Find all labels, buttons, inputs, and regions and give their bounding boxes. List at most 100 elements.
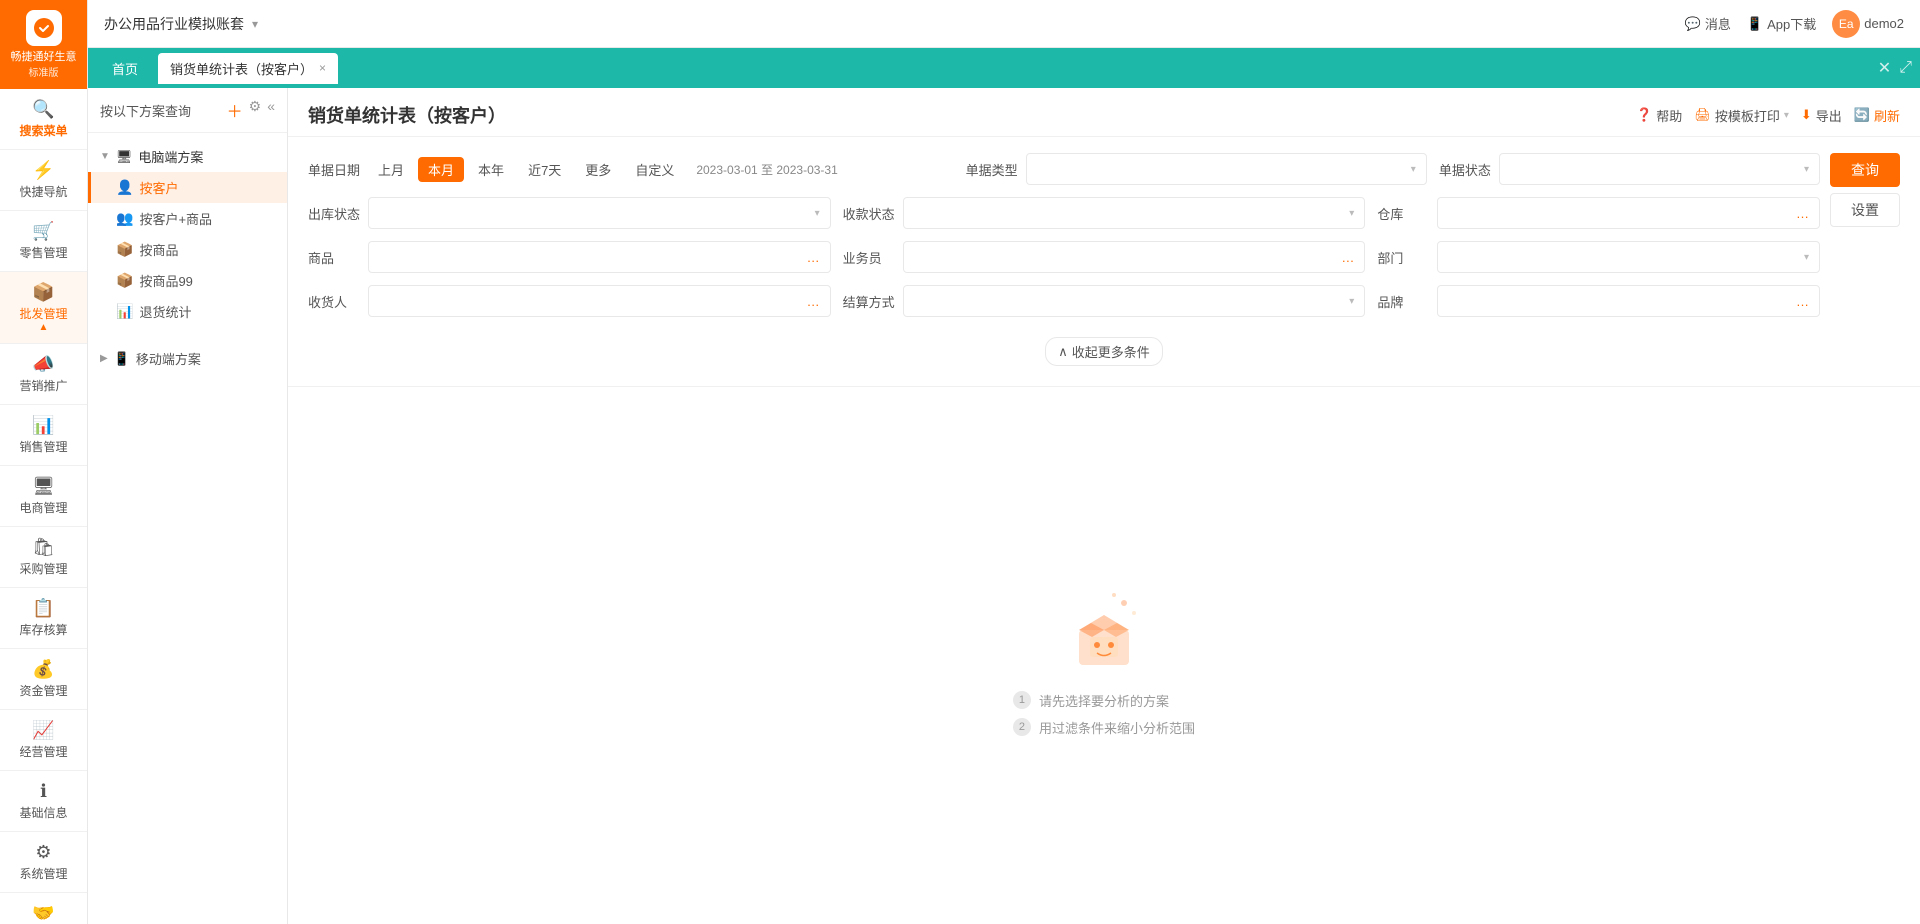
sidebar-item-marketing[interactable]: 📣 营销推广 [0, 344, 87, 405]
tree-desktop-parent[interactable]: ▼ 🖥 电脑端方案 [88, 141, 287, 172]
date-tab-last-month[interactable]: 上月 [368, 157, 414, 182]
hint-num-1: 1 [1013, 691, 1031, 709]
dept-select[interactable]: ▾ [1437, 241, 1820, 273]
sidebar-item-basic[interactable]: ℹ 基础信息 [0, 771, 87, 832]
export-btn[interactable]: ⬇ 导出 [1801, 106, 1842, 125]
empty-hint-1: 1 请先选择要分析的方案 [1013, 691, 1195, 710]
desktop-label: 电脑端方案 [138, 147, 203, 166]
sidebar-item-enterprise[interactable]: 🤝 企业协同 [0, 893, 87, 924]
sidebar-item-search[interactable]: 🔍 搜索菜单 [0, 89, 87, 150]
tab-sales-stats[interactable]: 销货单统计表（按客户） × [158, 53, 338, 84]
avatar: Ea [1832, 10, 1860, 38]
message-label: 消息 [1705, 14, 1731, 33]
system-icon: ⚙ [35, 842, 51, 863]
sidebar-item-retail[interactable]: 🛒 零售管理 [0, 211, 87, 272]
enterprise-icon: 🤝 [32, 903, 54, 924]
sidebar-item-operation[interactable]: 📈 经营管理 [0, 710, 87, 771]
retail-label: 零售管理 [19, 244, 67, 261]
export-label: 导出 [1816, 106, 1842, 125]
refresh-btn[interactable]: 🔄 刷新 [1854, 106, 1900, 125]
sidebar-item-wholesale[interactable]: 📦 批发管理 ▲ [0, 272, 87, 344]
out-status-select[interactable]: ▾ [368, 197, 831, 229]
btn-group: 查询 设置 [1830, 153, 1900, 227]
bill-status-select[interactable]: ▾ [1499, 153, 1820, 185]
settings-btn[interactable]: 设置 [1830, 193, 1900, 227]
filter-row-2: 出库状态 ▾ 收款状态 ▾ [308, 197, 1900, 229]
tree-child-customer[interactable]: 👤 按客户 [88, 172, 287, 203]
tab-maximize-btn[interactable]: ⤢ [1899, 59, 1912, 77]
customer-label: 按客户 [139, 178, 178, 197]
consignee-input[interactable]: … [368, 285, 831, 317]
query-btn[interactable]: 查询 [1830, 153, 1900, 187]
help-btn[interactable]: ❓ 帮助 [1636, 106, 1682, 125]
receipt-status-select[interactable]: ▾ [903, 197, 1366, 229]
brand-label: 品牌 [1377, 292, 1429, 311]
empty-illustration [1054, 575, 1154, 675]
warehouse-filter: 仓库 … [1377, 197, 1900, 229]
page-title: 销货单统计表（按客户） [308, 102, 506, 128]
brand-dots-icon: … [1796, 294, 1809, 309]
bill-status-chevron: ▾ [1804, 164, 1809, 175]
goods-label: 商品 [308, 248, 360, 267]
receipt-status-chevron: ▾ [1349, 208, 1354, 219]
salesperson-label: 业务员 [843, 248, 895, 267]
user-profile[interactable]: Ea demo2 [1832, 10, 1904, 38]
return-label: 退货统计 [139, 302, 191, 321]
app-download-label: App下载 [1767, 14, 1816, 33]
tree-child-return[interactable]: 📊 退货统计 [88, 296, 287, 327]
filter-section: 单据日期 上月 本月 本年 近7天 更多 自定义 2023-03-01 至 20… [288, 137, 1920, 387]
collapse-panel-btn[interactable]: « [267, 98, 275, 122]
tree-mobile-parent[interactable]: ▶ 📱 移动端方案 [88, 343, 287, 374]
date-filter-item: 单据日期 上月 本月 本年 近7天 更多 自定义 2023-03-01 至 20… [308, 157, 954, 182]
tree-desktop: ▼ 🖥 电脑端方案 👤 按客户 👥 按客户+商品 📦 按商品 📦 [88, 133, 287, 335]
icon-group: ＋ ⚙ « [227, 98, 275, 122]
app-download-btn[interactable]: 📱 App下载 [1747, 14, 1816, 33]
message-btn[interactable]: 💬 消息 [1685, 14, 1731, 33]
dept-chevron: ▾ [1804, 252, 1809, 263]
collapse-btn[interactable]: ∧ 收起更多条件 [1045, 337, 1163, 366]
page-header: 销货单统计表（按客户） ❓ 帮助 🖨 按模板打印 ▾ ⬇ 导出 [288, 88, 1920, 137]
refresh-label: 刷新 [1874, 106, 1900, 125]
tab-close-all-btn[interactable]: ✕ [1878, 58, 1891, 78]
date-tab-more[interactable]: 更多 [575, 157, 621, 182]
retail-icon: 🛒 [32, 221, 54, 242]
sidebar-item-inventory[interactable]: 📋 库存核算 [0, 588, 87, 649]
settings-scheme-btn[interactable]: ⚙ [249, 98, 262, 122]
add-scheme-btn[interactable]: ＋ [227, 98, 243, 122]
date-tab-7days[interactable]: 近7天 [518, 157, 571, 182]
dept-filter: 部门 ▾ [1377, 241, 1900, 273]
tree-child-goods[interactable]: 📦 按商品 [88, 234, 287, 265]
tree-child-customer-goods[interactable]: 👥 按客户+商品 [88, 203, 287, 234]
salesperson-input[interactable]: … [903, 241, 1366, 273]
brand-input[interactable]: … [1437, 285, 1820, 317]
sales-label: 销售管理 [19, 438, 67, 455]
sidebar-item-purchase[interactable]: 🛍 采购管理 [0, 527, 87, 588]
date-tab-this-month[interactable]: 本月 [418, 157, 464, 182]
mobile-label: 移动端方案 [136, 349, 201, 368]
payment-select[interactable]: ▾ [903, 285, 1366, 317]
goods-input[interactable]: … [368, 241, 831, 273]
operation-icon: 📈 [32, 720, 54, 741]
mobile-icon: 📱 [114, 351, 130, 367]
mobile-expand-icon: ▶ [100, 353, 108, 364]
receipt-status-filter: 收款状态 ▾ [843, 197, 1366, 229]
inventory-label: 库存核算 [19, 621, 67, 638]
bill-type-select[interactable]: ▾ [1026, 153, 1427, 185]
sidebar-item-system[interactable]: ⚙ 系统管理 [0, 832, 87, 893]
topbar-arrow[interactable]: ▾ [252, 17, 258, 31]
date-tab-custom[interactable]: 自定义 [625, 157, 684, 182]
payment-chevron: ▾ [1349, 296, 1354, 307]
tab-close-icon[interactable]: × [319, 61, 326, 75]
print-label: 按模板打印 [1715, 106, 1780, 125]
warehouse-input[interactable]: … [1437, 197, 1820, 229]
sidebar-item-finance[interactable]: 💰 资金管理 [0, 649, 87, 710]
collapse-label: 收起更多条件 [1072, 342, 1150, 361]
marketing-icon: 📣 [32, 354, 54, 375]
sidebar-item-ecom[interactable]: 🖥 电商管理 [0, 466, 87, 527]
tab-home[interactable]: 首页 [96, 53, 154, 84]
date-tab-this-year[interactable]: 本年 [468, 157, 514, 182]
print-btn[interactable]: 🖨 按模板打印 ▾ [1694, 106, 1789, 125]
tree-child-goods99[interactable]: 📦 按商品99 [88, 265, 287, 296]
sidebar-item-sales[interactable]: 📊 销售管理 [0, 405, 87, 466]
sidebar-item-quick-nav[interactable]: ⚡ 快捷导航 [0, 150, 87, 211]
